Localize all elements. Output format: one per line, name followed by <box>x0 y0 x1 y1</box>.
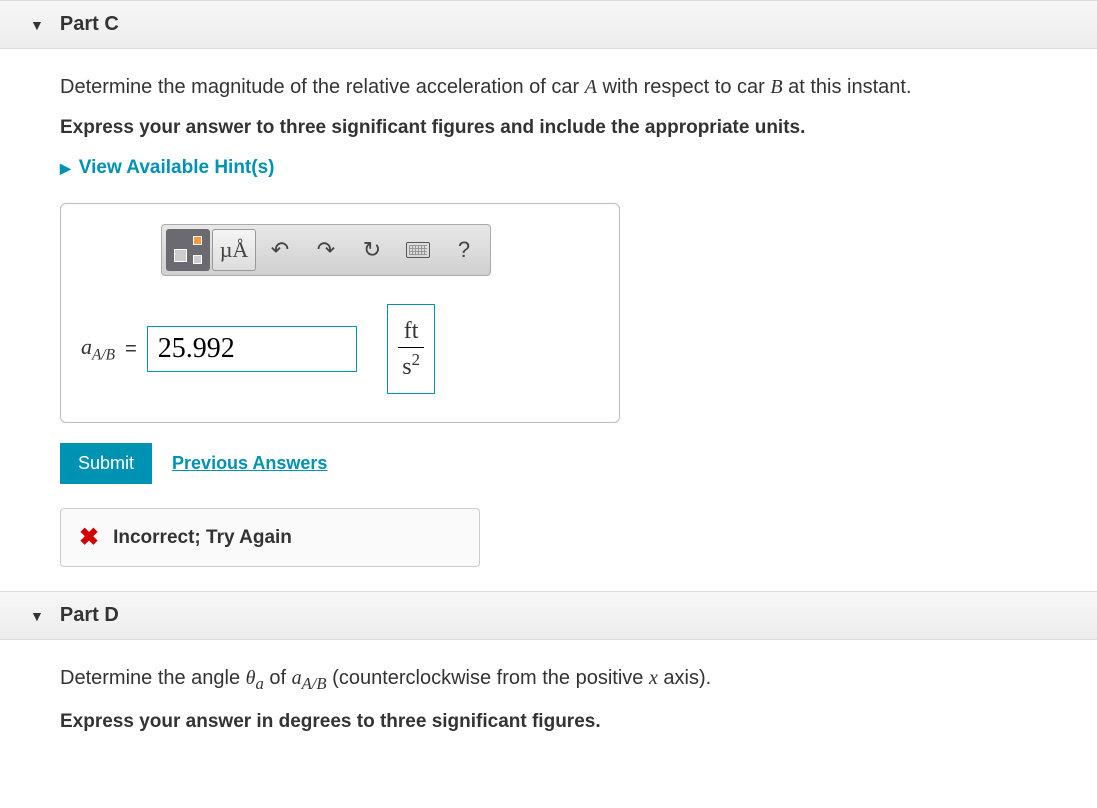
unit-selector[interactable]: ft s2 <box>387 304 436 394</box>
part-d-instruction: Express your answer in degrees to three … <box>60 711 1037 733</box>
units-label: µÅ <box>220 237 249 263</box>
undo-icon: ↶ <box>271 237 289 263</box>
theta-base: θ <box>246 667 256 689</box>
a-sub: A/B <box>302 674 327 693</box>
reset-button[interactable]: ↻ <box>350 229 394 271</box>
reset-icon: ↻ <box>363 237 381 263</box>
question-text: of <box>264 667 292 689</box>
answer-box: µÅ ↶ ↷ ↻ ? aA/B = ft <box>60 203 620 423</box>
question-text: at this instant. <box>783 76 912 98</box>
unit-den-exp: 2 <box>412 350 420 369</box>
unit-numerator: ft <box>398 318 425 348</box>
answer-value-input[interactable] <box>147 326 357 372</box>
help-button[interactable]: ? <box>442 229 486 271</box>
part-c-instruction: Express your answer to three significant… <box>60 117 1037 139</box>
feedback-box: ✖ Incorrect; Try Again <box>60 508 480 567</box>
answer-row: aA/B = ft s2 <box>81 304 599 394</box>
part-d-title: Part D <box>60 604 119 627</box>
keyboard-icon <box>406 242 430 258</box>
previous-answers-link[interactable]: Previous Answers <box>172 453 327 474</box>
a-base: a <box>292 667 302 689</box>
var-sub: A/B <box>92 346 115 363</box>
equals-sign: = <box>125 338 137 361</box>
variable-label: aA/B <box>81 334 115 364</box>
help-icon: ? <box>458 237 470 263</box>
undo-button[interactable]: ↶ <box>258 229 302 271</box>
a-var: aA/B <box>292 667 327 689</box>
question-text: axis). <box>658 667 711 689</box>
unit-den-base: s <box>402 354 411 380</box>
redo-icon: ↷ <box>317 237 335 263</box>
fraction-template-icon <box>174 236 202 264</box>
submit-button[interactable]: Submit <box>60 443 152 484</box>
x-var: x <box>649 667 658 689</box>
question-text: with respect to car <box>597 76 770 98</box>
question-text: Determine the magnitude of the relative … <box>60 76 585 98</box>
incorrect-icon: ✖ <box>79 523 99 552</box>
part-d-body: Determine the angle θa of aA/B (counterc… <box>0 640 1097 775</box>
units-button[interactable]: µÅ <box>212 229 256 271</box>
part-c-body: Determine the magnitude of the relative … <box>0 49 1097 591</box>
equation-toolbar: µÅ ↶ ↷ ↻ ? <box>161 224 491 276</box>
question-text: Determine the angle <box>60 667 246 689</box>
caret-down-icon: ▼ <box>30 17 44 33</box>
theta-var: θa <box>246 667 264 689</box>
caret-down-icon: ▼ <box>30 608 44 624</box>
part-d-question: Determine the angle θa of aA/B (counterc… <box>60 664 1037 695</box>
var-base: a <box>81 334 92 359</box>
unit-denominator: s2 <box>402 348 420 381</box>
hints-label: View Available Hint(s) <box>79 157 275 179</box>
part-c-actions: Submit Previous Answers <box>60 443 1037 484</box>
theta-sub: a <box>256 674 264 693</box>
question-text: (counterclockwise from the positive <box>327 667 649 689</box>
part-c-question: Determine the magnitude of the relative … <box>60 73 1037 101</box>
var-b: B <box>770 76 782 98</box>
part-c-title: Part C <box>60 13 119 36</box>
part-d-header[interactable]: ▼ Part D <box>0 591 1097 640</box>
template-button[interactable] <box>166 229 210 271</box>
keyboard-button[interactable] <box>396 229 440 271</box>
redo-button[interactable]: ↷ <box>304 229 348 271</box>
var-a: A <box>585 76 597 98</box>
part-c-header[interactable]: ▼ Part C <box>0 0 1097 49</box>
feedback-message: Incorrect; Try Again <box>113 527 292 549</box>
caret-right-icon: ▶ <box>60 160 71 177</box>
view-hints-toggle[interactable]: ▶ View Available Hint(s) <box>60 157 1037 179</box>
